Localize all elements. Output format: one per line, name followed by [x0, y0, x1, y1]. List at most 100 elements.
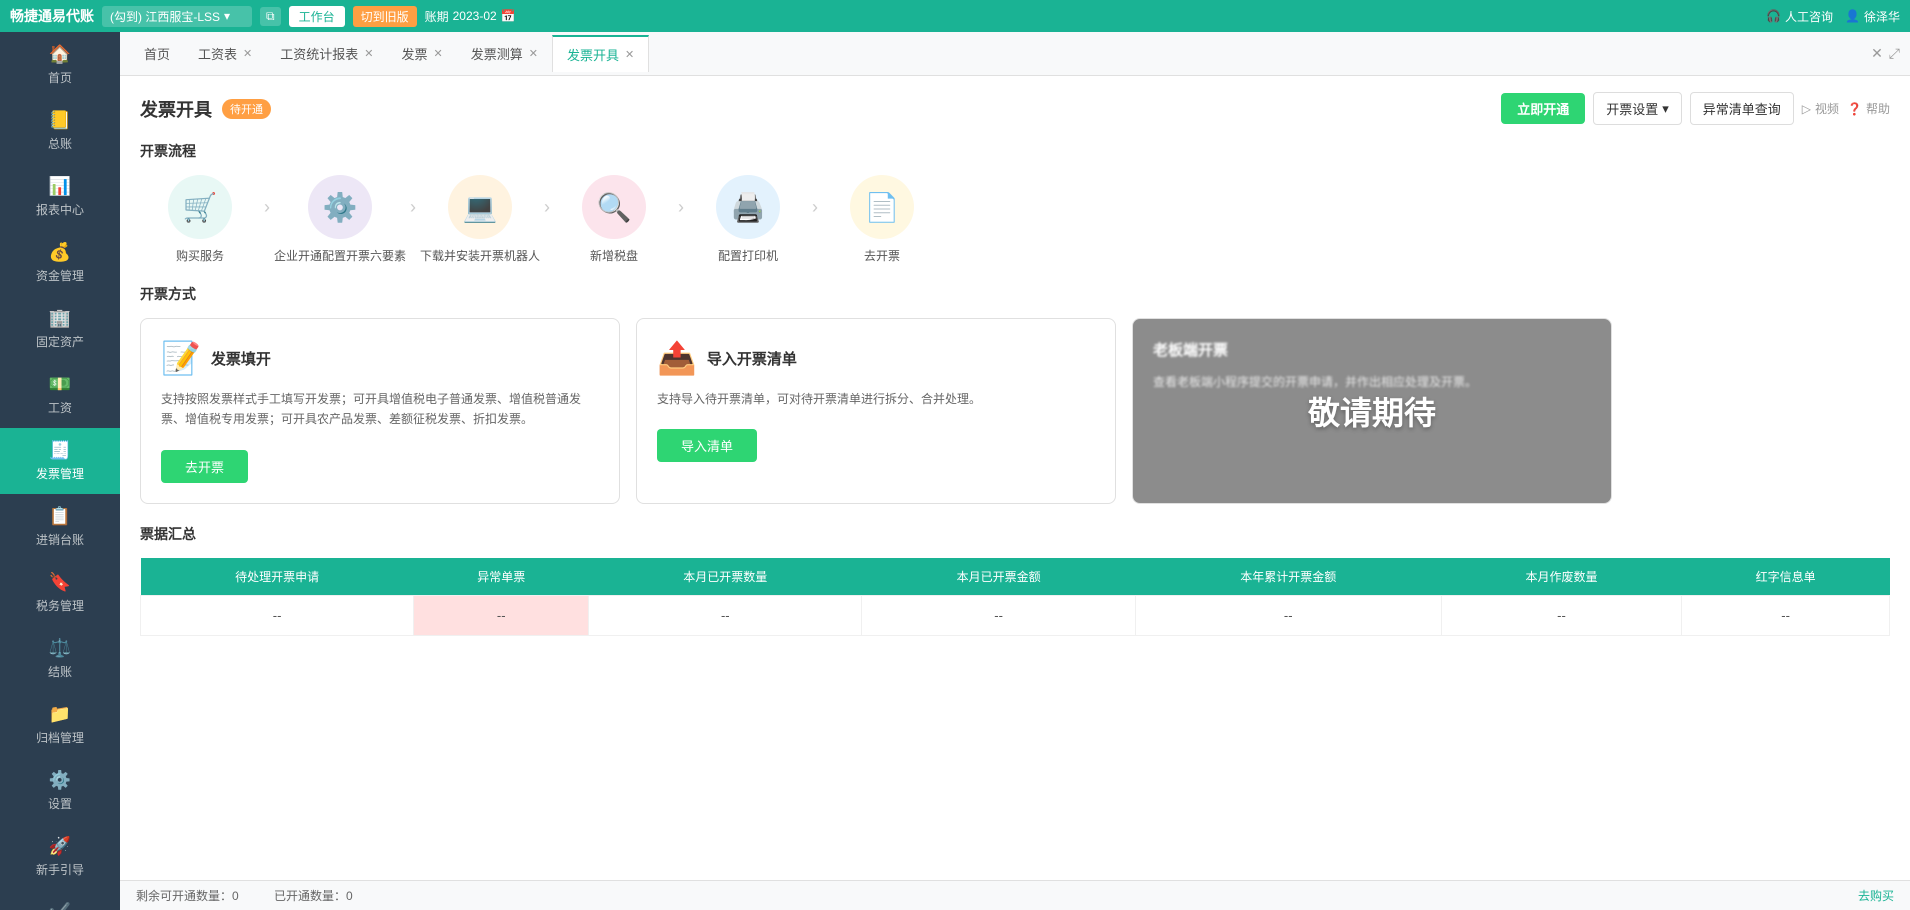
sidebar-item-assets[interactable]: 🏢固定资产 [0, 296, 120, 362]
import-card-icon: 📤 [657, 339, 697, 377]
sidebar-icon-reports: 📊 [49, 176, 71, 197]
headset-icon: 🎧 [1766, 9, 1781, 23]
tab-invoice-tool[interactable]: 发票开具✕ [552, 35, 649, 72]
step-label-step5: 配置打印机 [718, 247, 778, 264]
tab-label-invoice: 发票 [401, 44, 427, 63]
sidebar-item-purchase[interactable]: 📋进销台账 [0, 494, 120, 560]
help-button[interactable]: ❓ 帮助 [1847, 100, 1890, 117]
sidebar-icon-ledger: 📒 [49, 110, 71, 131]
period-value: 2023-02 [453, 9, 497, 23]
sidebar-item-invoice[interactable]: 🧾发票管理 [0, 428, 120, 494]
tab-bar: 首页工资表✕工资统计报表✕发票✕发票测算✕发票开具✕ ✕ ⤢ [120, 32, 1910, 76]
page-title: 发票开具 [140, 96, 212, 122]
service-button[interactable]: 🎧 人工咨询 [1766, 8, 1833, 25]
sidebar-item-funds[interactable]: 💰 资金管理 [0, 230, 120, 296]
summary-cell-5: -- [1441, 595, 1681, 635]
tab-close-salary-table[interactable]: ✕ [243, 47, 252, 60]
flow-arrow-0: › [264, 197, 270, 242]
step-icon-step3: 💻 [463, 191, 498, 224]
flow-step-step2[interactable]: ⚙️ 企业开通配置开票六要素 [274, 175, 406, 264]
summary-cell-6: -- [1682, 595, 1890, 635]
step-label-step2: 企业开通配置开票六要素 [274, 247, 406, 264]
sidebar-label-funds: 资金管理 [36, 267, 84, 284]
sidebar-icon-assets: 🏢 [49, 308, 71, 329]
sidebar-item-reports[interactable]: 📊报表中心 [0, 164, 120, 230]
sidebar-icon-archive: 📁 [49, 704, 71, 725]
step-circle-step1: 🛒 [168, 175, 232, 239]
sidebar-icon-settlement: ⚖️ [49, 638, 71, 659]
sidebar-item-home[interactable]: 🏠首页 [0, 32, 120, 98]
sidebar-icon-funds: 💰 [49, 242, 71, 263]
tab-close-invoice[interactable]: ✕ [434, 47, 443, 60]
tab-close-salary-report[interactable]: ✕ [364, 47, 373, 60]
sidebar-item-salary[interactable]: 💵工资 [0, 362, 120, 428]
goto-purchase-link[interactable]: 去购买 [1858, 887, 1894, 904]
sidebar-label-ledger: 总账 [48, 135, 72, 152]
tab-close-invoice-calc[interactable]: ✕ [529, 47, 538, 60]
close-tab-button[interactable]: ✕ [1871, 45, 1883, 62]
flow-step-step3[interactable]: 💻 下载并安装开票机器人 [420, 175, 540, 264]
sidebar-label-guide: 新手引导 [36, 861, 84, 878]
import-card-header: 📤 导入开票清单 [657, 339, 1095, 377]
period-label: 账期 [425, 8, 449, 25]
step-icon-step4: 🔍 [597, 191, 632, 224]
tab-close-invoice-tool[interactable]: ✕ [625, 48, 634, 61]
summary-cell-2: -- [589, 595, 862, 635]
top-bar-left: 畅捷通易代账 (勾到) 江西服宝-LSS ▾ ⧉ 工作台 切到旧版 账期 202… [10, 6, 516, 27]
sidebar-item-member[interactable]: ✔️畅会员 [0, 890, 120, 910]
summary-header-1: 异常单票 [414, 558, 589, 596]
sidebar-icon-home: 🏠 [49, 44, 71, 65]
dropdown-icon: ▾ [224, 9, 230, 23]
flow-step-step6[interactable]: 📄 去开票 [822, 175, 942, 264]
tab-invoice-calc[interactable]: 发票测算 ✕ [457, 36, 552, 71]
flow-step-step5[interactable]: 🖨️ 配置打印机 [688, 175, 808, 264]
user-icon: 👤 [1845, 9, 1860, 23]
expand-tab-button[interactable]: ⤢ [1889, 45, 1900, 62]
tab-home[interactable]: 首页 [130, 36, 184, 71]
flow-step-step4[interactable]: 🔍 新增税盘 [554, 175, 674, 264]
flow-title: 开票流程 [140, 141, 1890, 161]
sidebar-label-invoice: 发票管理 [36, 465, 84, 482]
user-profile[interactable]: 👤 徐泽华 [1845, 8, 1900, 25]
summary-cell-3: -- [862, 595, 1135, 635]
exception-query-button[interactable]: 异常清单查询 [1690, 92, 1794, 125]
sidebar-item-settlement[interactable]: ⚖️结账 [0, 626, 120, 692]
manual-card-header: 📝 发票填开 [161, 339, 599, 377]
go-invoice-button[interactable]: 去开票 [161, 450, 248, 483]
video-help-button[interactable]: ▷ 视频 [1802, 100, 1839, 117]
sidebar-item-guide[interactable]: 🚀新手引导 [0, 824, 120, 890]
import-billing-card: 📤 导入开票清单 支持导入待开票清单，可对待开票清单进行拆分、合并处理。 导入清… [636, 318, 1116, 504]
tab-salary-table[interactable]: 工资表✕ [184, 36, 266, 71]
step-icon-step5: 🖨️ [731, 191, 766, 224]
sidebar-item-archive[interactable]: 📁归档管理 [0, 692, 120, 758]
summary-header-row: 待处理开票申请异常单票本月已开票数量本月已开票金额本年累计开票金额本月作废数量红… [141, 558, 1890, 596]
chevron-down-icon: ▾ [1662, 101, 1669, 117]
summary-cell-0: -- [141, 595, 414, 635]
tab-label-invoice-calc: 发票测算 [471, 44, 523, 63]
sidebar-item-settings[interactable]: ⚙️设置 [0, 758, 120, 824]
sidebar-icon-purchase: 📋 [49, 506, 71, 527]
flow-arrow-2: › [544, 197, 550, 242]
import-list-button[interactable]: 导入清单 [657, 429, 757, 462]
page-title-row: 发票开具 待开通 [140, 96, 271, 122]
open-settings-label: 开票设置 [1606, 99, 1658, 118]
service-label: 人工咨询 [1785, 8, 1833, 25]
flow-step-step1[interactable]: 🛒 购买服务 [140, 175, 260, 264]
step-label-step1: 购买服务 [176, 247, 224, 264]
page-header: 发票开具 待开通 立即开通 开票设置 ▾ 异常清单查询 ▷ 视频 ❓ [140, 92, 1890, 125]
app-logo: 畅捷通易代账 [10, 6, 94, 26]
workspace-button[interactable]: 工作台 [289, 6, 345, 27]
sidebar-item-tax[interactable]: 🔖税务管理 [0, 560, 120, 626]
copy-button[interactable]: ⧉ [260, 7, 281, 26]
company-selector[interactable]: (勾到) 江西服宝-LSS ▾ [102, 6, 252, 27]
sidebar-icon-member: ✔️ [49, 902, 71, 910]
tab-invoice[interactable]: 发票 ✕ [387, 36, 456, 71]
open-settings-button[interactable]: 开票设置 ▾ [1593, 92, 1682, 125]
sidebar-item-ledger[interactable]: 📒 总账 [0, 98, 120, 164]
step-circle-step2: ⚙️ [308, 175, 372, 239]
company-name: (勾到) 江西服宝-LSS [110, 8, 220, 25]
old-version-button[interactable]: 切到旧版 [353, 6, 417, 27]
tab-salary-report[interactable]: 工资统计报表✕ [266, 36, 387, 71]
immediate-open-button[interactable]: 立即开通 [1501, 93, 1585, 124]
import-card-desc: 支持导入待开票清单，可对待开票清单进行拆分、合并处理。 [657, 389, 1095, 409]
